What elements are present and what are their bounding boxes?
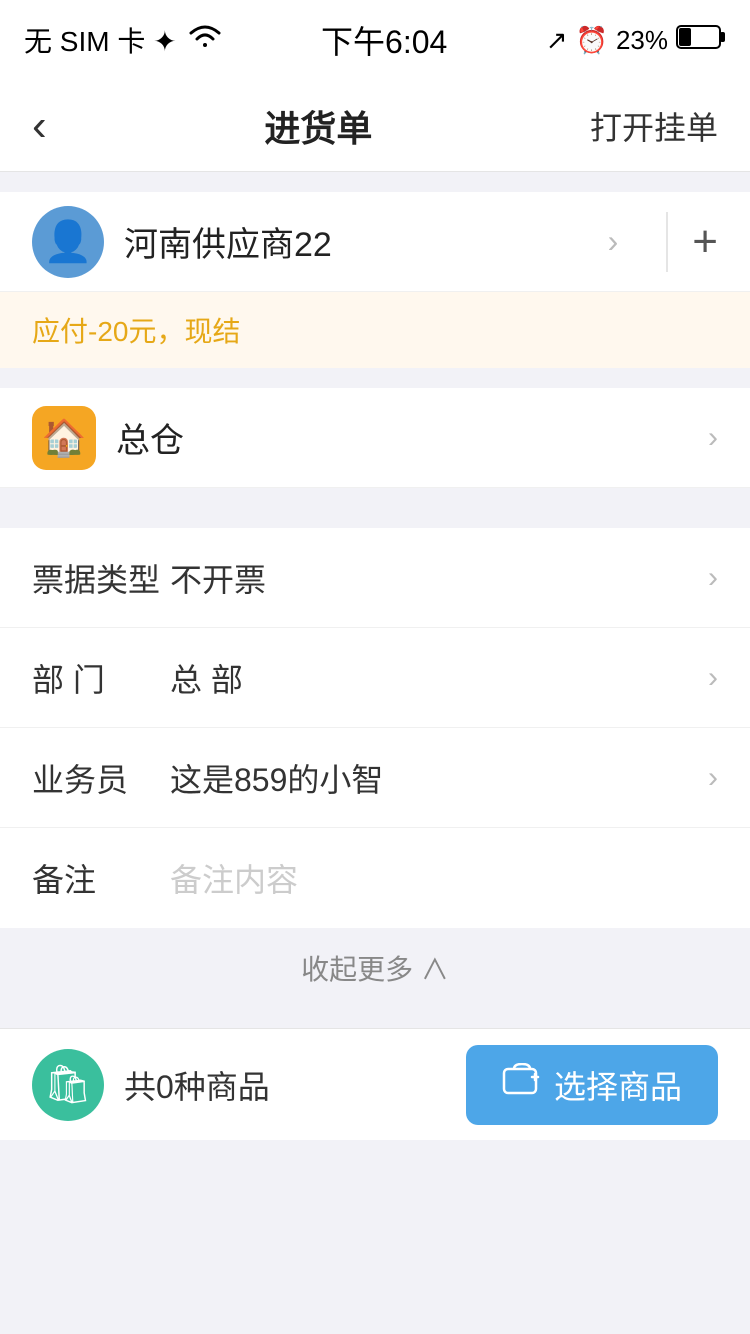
goods-count-label: 共0种商品 — [124, 1062, 466, 1108]
location-icon: ↗ — [546, 25, 568, 56]
supplier-avatar: 👤 — [32, 206, 104, 278]
department-label: 部 门 — [32, 655, 162, 701]
department-row[interactable]: 部 门 总 部 › — [0, 628, 750, 728]
goods-icon-wrap: 🛍 — [32, 1049, 104, 1121]
select-goods-button[interactable]: 选择商品 — [466, 1045, 718, 1125]
invoice-type-chevron-icon: › — [708, 561, 718, 595]
bottom-bar: 🛍 共0种商品 选择商品 — [0, 1028, 750, 1140]
warehouse-icon: 🏠 — [42, 417, 87, 459]
status-right: ↗ ⏰ 23% — [546, 23, 726, 58]
notice-bar: 应付-20元，现结 — [0, 292, 750, 368]
invoice-type-row[interactable]: 票据类型 不开票 › — [0, 528, 750, 628]
warehouse-name: 总仓 — [116, 413, 708, 462]
remark-label: 备注 — [32, 855, 162, 901]
section-gap-1 — [0, 172, 750, 192]
invoice-type-value: 不开票 — [170, 555, 708, 601]
person-icon: 👤 — [43, 218, 93, 265]
battery-icon — [676, 23, 726, 58]
warehouse-row[interactable]: 🏠 总仓 › — [0, 388, 750, 488]
department-value: 总 部 — [170, 655, 708, 701]
page-title: 进货单 — [264, 100, 372, 152]
nav-bar: ‹ 进货单 打开挂单 — [0, 80, 750, 172]
supplier-row[interactable]: 👤 河南供应商22 › + — [0, 192, 750, 292]
section-gap-3 — [0, 488, 750, 508]
back-button[interactable]: ‹ — [32, 104, 47, 148]
salesperson-value: 这是859的小智 — [170, 755, 708, 801]
warehouse-icon-wrap: 🏠 — [32, 406, 96, 470]
remark-row[interactable]: 备注 备注内容 — [0, 828, 750, 928]
cart-icon — [502, 1063, 542, 1107]
supplier-name: 河南供应商22 — [124, 217, 608, 266]
remark-input[interactable]: 备注内容 — [170, 855, 718, 901]
goods-bag-icon: 🛍 — [44, 1063, 92, 1107]
wifi-icon — [187, 23, 223, 58]
select-goods-label: 选择商品 — [554, 1062, 682, 1108]
battery-text: 23% — [616, 25, 668, 56]
sim-icon: 无 SIM 卡 ✦ — [24, 20, 177, 60]
status-left: 无 SIM 卡 ✦ — [24, 20, 223, 60]
collapse-label: 收起更多 ∧ — [301, 948, 449, 988]
section-gap-2 — [0, 368, 750, 388]
salesperson-chevron-icon: › — [708, 761, 718, 795]
add-supplier-button[interactable]: + — [692, 220, 718, 264]
salesperson-label: 业务员 — [32, 755, 162, 801]
form-section: 票据类型 不开票 › 部 门 总 部 › 业务员 这是859的小智 › 备注 备… — [0, 528, 750, 928]
department-chevron-icon: › — [708, 661, 718, 695]
collapse-row[interactable]: 收起更多 ∧ — [0, 928, 750, 1008]
status-bar: 无 SIM 卡 ✦ 下午6:04 ↗ ⏰ 23% — [0, 0, 750, 80]
invoice-type-label: 票据类型 — [32, 555, 162, 601]
alarm-icon: ⏰ — [576, 25, 608, 56]
status-time: 下午6:04 — [321, 17, 447, 63]
open-pending-button[interactable]: 打开挂单 — [590, 103, 718, 149]
section-gap-4 — [0, 1008, 750, 1028]
warehouse-chevron-icon: › — [708, 421, 718, 455]
vertical-divider — [666, 212, 668, 272]
supplier-chevron-icon: › — [608, 223, 619, 260]
salesperson-row[interactable]: 业务员 这是859的小智 › — [0, 728, 750, 828]
